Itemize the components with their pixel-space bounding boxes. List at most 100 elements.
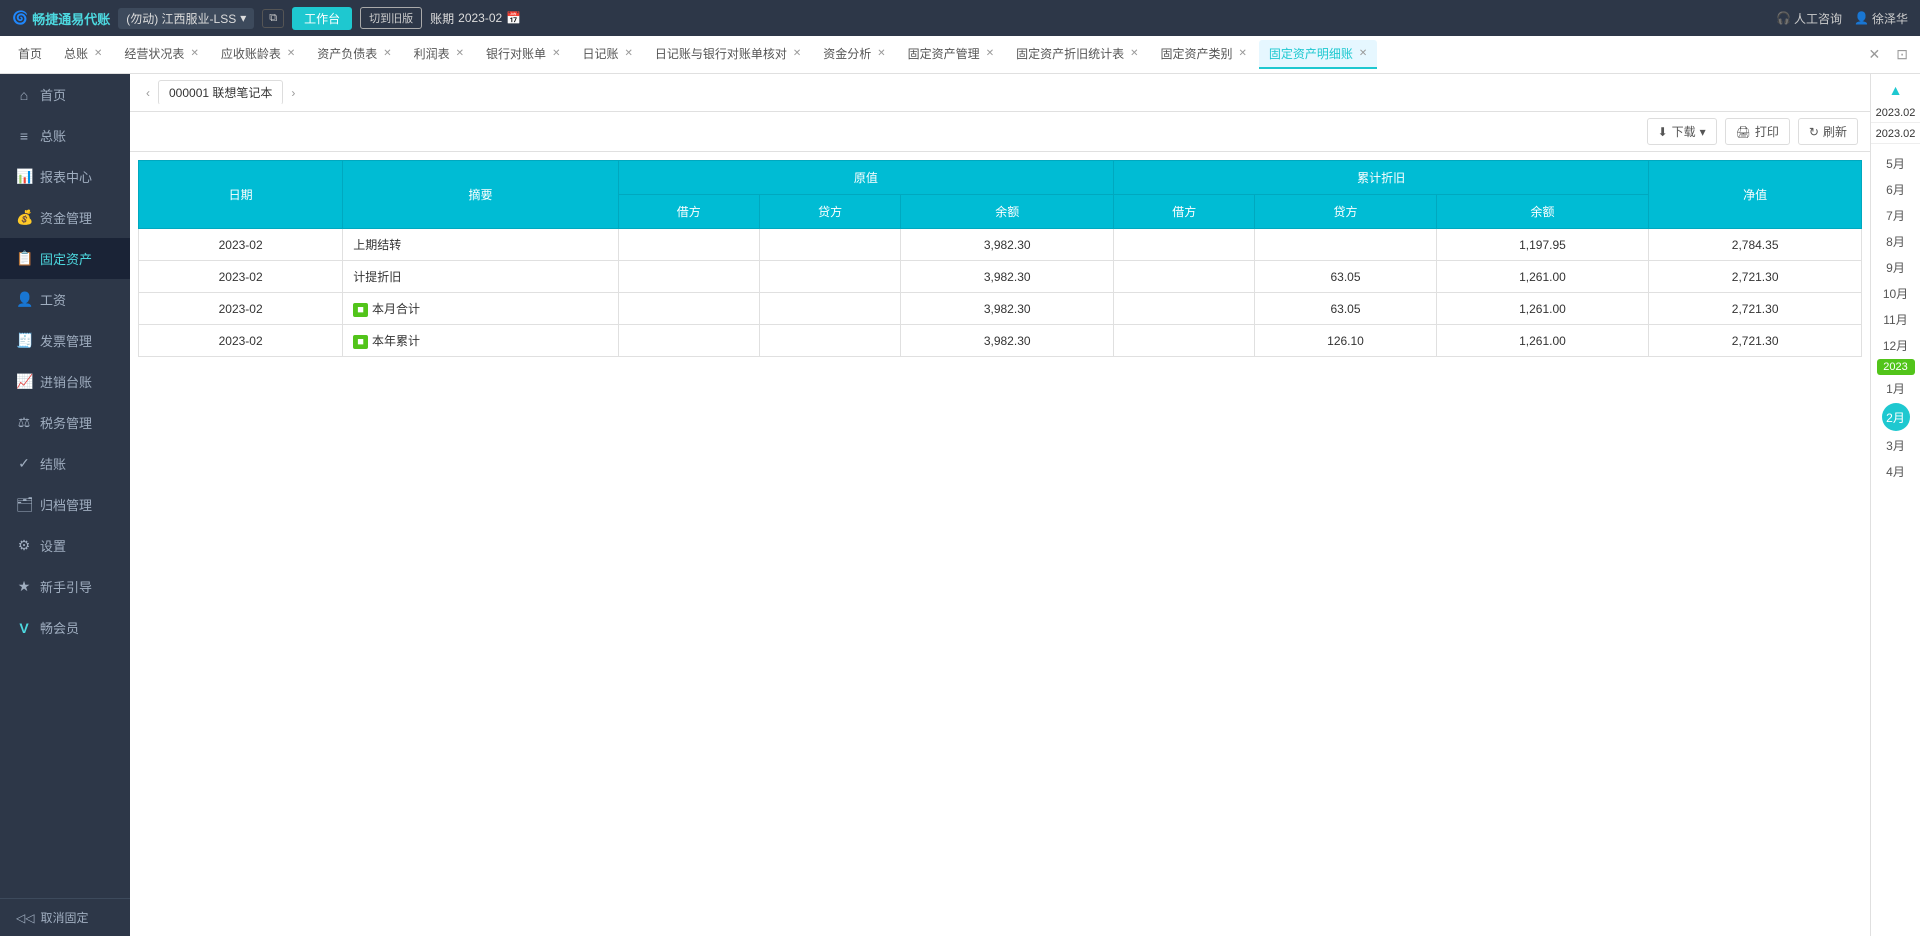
tab-bank-verify-close[interactable]: ✕: [793, 48, 801, 59]
tab-fixed-type[interactable]: 固定资产类别 ✕: [1150, 40, 1256, 69]
tab-fixed-mgmt[interactable]: 固定资产管理 ✕: [898, 40, 1004, 69]
switch-version-button[interactable]: 切到旧版: [360, 7, 422, 29]
tab-general-close[interactable]: ✕: [94, 48, 102, 59]
company-selector[interactable]: (勿动) 江西服业-LSS ▾: [118, 8, 254, 29]
member-icon: V: [16, 620, 32, 636]
tab-fixed-detail[interactable]: 固定资产明细账 ✕: [1259, 40, 1377, 69]
reports-icon: 📊: [16, 168, 32, 185]
tab-general[interactable]: 总账 ✕: [54, 40, 112, 69]
sidebar-item-tax[interactable]: ⚖ 税务管理: [0, 402, 130, 443]
logo-icon: 🌀: [12, 10, 28, 26]
tab-status-close[interactable]: ✕: [190, 48, 198, 59]
cell-accum-balance: 1,261.00: [1436, 293, 1649, 325]
calendar-month-item[interactable]: 12月: [1877, 333, 1915, 358]
sidebar-item-sales[interactable]: 📈 进销台账: [0, 361, 130, 402]
tab-balance[interactable]: 资产负债表 ✕: [307, 40, 401, 69]
calendar-up-button[interactable]: ▲: [1885, 78, 1907, 102]
main-area: ⌂ 首页 ≡ 总账 📊 报表中心 💰 资金管理 📋 固定资产 👤 工资 🧾 发票…: [0, 74, 1920, 936]
tab-journal-close[interactable]: ✕: [624, 48, 632, 59]
sidebar-item-salary[interactable]: 👤 工资: [0, 279, 130, 320]
sidebar-item-archive[interactable]: 🗂 归档管理: [0, 484, 130, 525]
tab-profit-close[interactable]: ✕: [456, 48, 464, 59]
tab-fund-close[interactable]: ✕: [877, 48, 885, 59]
tab-fixed-mgmt-close[interactable]: ✕: [986, 48, 994, 59]
calendar-month-item[interactable]: 2月: [1882, 403, 1910, 431]
calendar-month-item[interactable]: 7月: [1877, 203, 1915, 228]
sidebar-item-label: 总账: [40, 126, 66, 145]
table-row: 2023-02■本月合计3,982.3063.051,261.002,721.3…: [139, 293, 1862, 325]
home-icon: ⌂: [16, 87, 32, 103]
sidebar-item-fixed-assets[interactable]: 📋 固定资产: [0, 238, 130, 279]
cell-orig-credit: [759, 325, 900, 357]
cell-orig-balance: 3,982.30: [901, 261, 1114, 293]
refresh-button[interactable]: ↻ 刷新: [1798, 118, 1858, 145]
tab-receivable[interactable]: 应收账龄表 ✕: [211, 40, 305, 69]
help-button[interactable]: 🎧 人工咨询: [1776, 10, 1842, 27]
settings-icon: ⚙: [16, 537, 32, 554]
sidebar-item-guide[interactable]: ★ 新手引导: [0, 566, 130, 607]
page-toolbar: ⬇ 下载 ▾ 🖨 打印 ↻ 刷新: [130, 112, 1870, 152]
top-right-tools: 🎧 人工咨询 👤 徐泽华: [1776, 10, 1908, 27]
calendar-month-item[interactable]: 1月: [1877, 376, 1915, 401]
nav-next-arrow[interactable]: ›: [287, 86, 299, 100]
calendar-month-item[interactable]: 11月: [1877, 307, 1915, 332]
year-badge-2023: 2023: [1877, 359, 1915, 375]
fixed-asset-detail-table: 日期 摘要 原值 累计折旧 净值 借方 贷方 余额 借方 贷方 余额: [138, 160, 1862, 357]
calendar-month-item[interactable]: 6月: [1877, 177, 1915, 202]
calendar-month-item[interactable]: 3月: [1877, 433, 1915, 458]
cell-summary: ■本年累计: [343, 325, 618, 357]
sidebar-item-label: 进销台账: [40, 372, 92, 391]
user-menu[interactable]: 👤 徐泽华: [1854, 10, 1908, 27]
calendar-month-item[interactable]: 9月: [1877, 255, 1915, 280]
col-accumulated-depreciation-header: 累计折旧: [1114, 161, 1649, 195]
sub-tab-asset-000001[interactable]: 000001 联想笔记本: [158, 80, 283, 105]
app-logo: 🌀 畅捷通易代账: [12, 9, 110, 28]
sidebar-item-settle[interactable]: ✓ 结账: [0, 443, 130, 484]
archive-icon: 🗂: [16, 496, 32, 513]
calendar-month-item[interactable]: 4月: [1877, 459, 1915, 484]
tab-profit[interactable]: 利润表 ✕: [404, 40, 474, 69]
tab-status[interactable]: 经营状况表 ✕: [114, 40, 208, 69]
print-button[interactable]: 🖨 打印: [1725, 118, 1790, 145]
tab-bank-close[interactable]: ✕: [552, 48, 560, 59]
download-button[interactable]: ⬇ 下载 ▾: [1647, 118, 1717, 145]
close-all-tabs-button[interactable]: ✕: [1865, 46, 1885, 63]
sidebar-item-fund[interactable]: 💰 资金管理: [0, 197, 130, 238]
tab-bank-verify[interactable]: 日记账与银行对账单核对 ✕: [645, 40, 811, 69]
tab-home[interactable]: 首页: [8, 40, 52, 69]
tab-bank[interactable]: 银行对账单 ✕: [476, 40, 570, 69]
tab-fixed-detail-close[interactable]: ✕: [1359, 48, 1367, 59]
cell-accum-balance: 1,197.95: [1436, 229, 1649, 261]
workbench-button[interactable]: 工作台: [292, 7, 352, 30]
tab-journal[interactable]: 日记账 ✕: [572, 40, 642, 69]
sidebar-item-reports[interactable]: 📊 报表中心: [0, 156, 130, 197]
cell-orig-debit: [618, 325, 759, 357]
tab-fund[interactable]: 资金分析 ✕: [813, 40, 895, 69]
tab-receivable-close[interactable]: ✕: [287, 48, 295, 59]
sidebar-pin-toggle[interactable]: ◁◁ 取消固定: [0, 898, 130, 936]
calendar-icon[interactable]: 📅: [506, 11, 521, 25]
col-date-header: 日期: [139, 161, 343, 229]
maximize-button[interactable]: ⊡: [1892, 46, 1912, 63]
sidebar-item-home[interactable]: ⌂ 首页: [0, 74, 130, 115]
nav-prev-arrow[interactable]: ‹: [142, 86, 154, 100]
sidebar-item-invoice[interactable]: 🧾 发票管理: [0, 320, 130, 361]
col-original-value-header: 原值: [618, 161, 1113, 195]
sidebar-item-settings[interactable]: ⚙ 设置: [0, 525, 130, 566]
copy-button[interactable]: ⧉: [262, 9, 284, 28]
calendar-month-item[interactable]: 5月: [1877, 151, 1915, 176]
tab-fixed-depr[interactable]: 固定资产折旧统计表 ✕: [1006, 40, 1148, 69]
sales-icon: 📈: [16, 373, 32, 390]
tab-fixed-depr-close[interactable]: ✕: [1130, 48, 1138, 59]
cell-net-value: 2,784.35: [1649, 229, 1862, 261]
sidebar-item-general[interactable]: ≡ 总账: [0, 115, 130, 156]
sidebar-item-member[interactable]: V 畅会员: [0, 607, 130, 648]
cell-orig-credit: [759, 229, 900, 261]
main-panel: ‹ 000001 联想笔记本 › ⬇ 下载 ▾ 🖨 打印 ↻: [130, 74, 1870, 936]
tab-balance-close[interactable]: ✕: [383, 48, 391, 59]
tab-fixed-type-close[interactable]: ✕: [1239, 48, 1247, 59]
sidebar-item-label: 畅会员: [40, 618, 79, 637]
calendar-month-item[interactable]: 8月: [1877, 229, 1915, 254]
cell-net-value: 2,721.30: [1649, 293, 1862, 325]
calendar-month-item[interactable]: 10月: [1877, 281, 1915, 306]
